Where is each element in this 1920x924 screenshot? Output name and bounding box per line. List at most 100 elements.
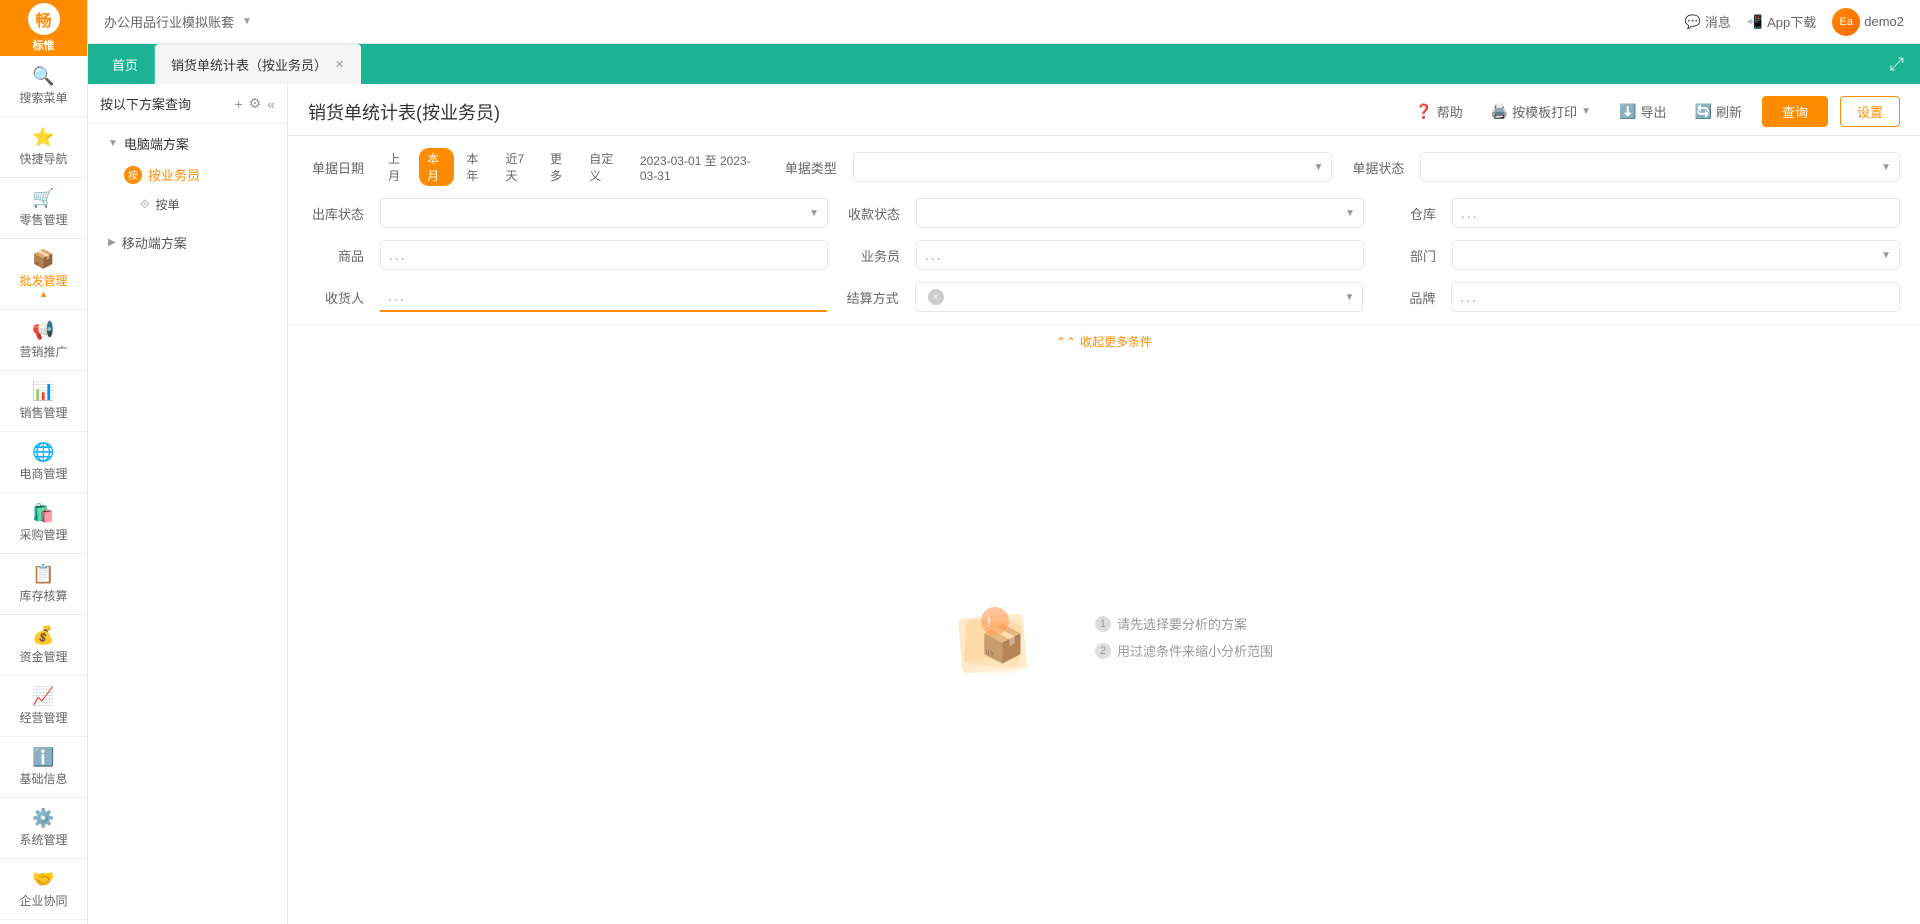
sidebar-item-operation[interactable]: 📈 经营管理 bbox=[0, 676, 87, 737]
filter-row-1: 单据日期 上月 本月 本年 近7天 更多 自定义 2023-03-01 至 20… bbox=[308, 148, 1900, 186]
sidebar-item-finance[interactable]: 💰 资金管理 bbox=[0, 615, 87, 676]
settings-button[interactable]: 设置 bbox=[1840, 96, 1900, 127]
finance-icon: 💰 bbox=[32, 625, 54, 646]
brand-label: 品牌 bbox=[1379, 288, 1435, 307]
plan-group-mobile: ▶ 移动端方案 bbox=[88, 223, 287, 262]
company-dropdown-arrow[interactable]: ▼ bbox=[242, 16, 252, 27]
sidebar-item-basic-info[interactable]: ℹ️ 基础信息 bbox=[0, 737, 87, 798]
sidebar-item-enterprise[interactable]: 🤝 企业协同 bbox=[0, 859, 87, 920]
tab-expand-btn[interactable]: ⤢ bbox=[1882, 54, 1912, 75]
tab-home[interactable]: 首页 bbox=[96, 44, 155, 84]
sidebar-item-retail[interactable]: 🛒 零售管理 bbox=[0, 178, 87, 239]
search-icon: 🔍 bbox=[32, 66, 54, 87]
topbar: 办公用品行业模拟账套 ▼ 💬 消息 📲 App下载 Ea demo2 bbox=[88, 0, 1920, 44]
page-title: 销货单统计表(按业务员) bbox=[308, 99, 500, 125]
sidebar-item-sales[interactable]: 📊 销售管理 bbox=[0, 371, 87, 432]
empty-svg: 📦 ! bbox=[935, 581, 1055, 701]
sub-item-label: 按单 bbox=[155, 196, 179, 213]
refresh-icon: 🔄 bbox=[1695, 103, 1712, 120]
sidebar-item-search[interactable]: 🔍 搜索菜单 bbox=[0, 56, 87, 117]
sidebar-item-label: 搜索菜单 bbox=[19, 89, 67, 106]
logo-icon: 畅 bbox=[28, 3, 60, 35]
template-print-label: 按模板打印 bbox=[1512, 102, 1577, 121]
sidebar-item-system[interactable]: ⚙️ 系统管理 bbox=[0, 798, 87, 859]
filter-row-2: 出库状态 ▼ 收款状态 ▼ 仓库 ... bbox=[308, 198, 1900, 228]
add-plan-btn[interactable]: + bbox=[234, 96, 242, 112]
payment-method-select[interactable]: × ▼ bbox=[915, 282, 1364, 312]
sidebar-item-label: 资金管理 bbox=[19, 648, 67, 665]
filter-row-4: 收货人 ... 结算方式 × ▼ 品牌 ... bbox=[308, 282, 1900, 312]
enterprise-icon: 🤝 bbox=[32, 869, 54, 890]
sidebar-item-ecommerce[interactable]: 🌐 电商管理 bbox=[0, 432, 87, 493]
plan-group-mobile-text: 移动端方案 bbox=[122, 233, 187, 252]
query-button[interactable]: 查询 bbox=[1762, 96, 1828, 127]
refresh-btn[interactable]: 🔄 刷新 bbox=[1687, 98, 1750, 125]
app-logo: 畅 标惟 bbox=[0, 0, 88, 56]
filter-area: 单据日期 上月 本月 本年 近7天 更多 自定义 2023-03-01 至 20… bbox=[288, 136, 1920, 324]
date-tab-this-year[interactable]: 本年 bbox=[458, 148, 493, 186]
message-btn[interactable]: 💬 消息 bbox=[1685, 12, 1731, 31]
sidebar-item-quick-nav[interactable]: ⭐ 快捷导航 bbox=[0, 117, 87, 178]
sidebar-item-wholesale[interactable]: 📦 批发管理 ▲ bbox=[0, 239, 87, 310]
plan-item-by-salesperson[interactable]: 按 按业务员 bbox=[88, 159, 287, 190]
plan-group-desktop-label[interactable]: ▼ 电脑端方案 bbox=[88, 128, 287, 159]
tab-close-icon[interactable]: ✕ bbox=[335, 58, 344, 71]
app-download-btn[interactable]: 📲 App下载 bbox=[1747, 12, 1816, 31]
date-tab-this-month[interactable]: 本月 bbox=[419, 148, 454, 186]
help-btn[interactable]: ❓ 帮助 bbox=[1407, 98, 1470, 125]
collapse-more-btn[interactable]: ⌃⌃ 收起更多条件 bbox=[288, 324, 1920, 358]
plan-group-mobile-label[interactable]: ▶ 移动端方案 bbox=[88, 227, 287, 258]
brand-select[interactable]: ... bbox=[1451, 282, 1900, 312]
page-header: 销货单统计表(按业务员) ❓ 帮助 🖨️ 按模板打印 ▼ ⬇️ bbox=[288, 84, 1920, 136]
doc-type-select[interactable]: ▼ bbox=[853, 152, 1333, 182]
department-select[interactable]: ▼ bbox=[1452, 240, 1900, 270]
tab-home-label: 首页 bbox=[112, 55, 138, 74]
sidebar-item-marketing[interactable]: 📢 营销推广 bbox=[0, 310, 87, 371]
product-label: 商品 bbox=[308, 246, 364, 265]
marketing-icon: 📢 bbox=[32, 320, 54, 341]
product-select[interactable]: ... bbox=[380, 240, 828, 270]
plan-active-icon: 按 bbox=[124, 166, 142, 184]
print-dropdown-arrow: ▼ bbox=[1581, 106, 1591, 117]
sidebar-item-label: 基础信息 bbox=[19, 770, 67, 787]
content-area: 按以下方案查询 + ⚙ « ▼ 电脑端方案 按 按业务员 ⟐ 按单 bbox=[88, 84, 1920, 924]
collect-status-select[interactable]: ▼ bbox=[916, 198, 1364, 228]
expand-arrow-icon: ▼ bbox=[108, 138, 118, 149]
export-btn[interactable]: ⬇️ 导出 bbox=[1611, 98, 1674, 125]
sidebar-item-guide[interactable]: 🎓 新手引导 bbox=[0, 920, 87, 924]
operation-icon: 📈 bbox=[32, 686, 54, 707]
export-icon: ⬇️ bbox=[1619, 103, 1636, 120]
date-tab-7days[interactable]: 近7天 bbox=[498, 148, 539, 186]
page-actions: ❓ 帮助 🖨️ 按模板打印 ▼ ⬇️ 导出 � bbox=[1407, 96, 1900, 127]
retail-icon: 🛒 bbox=[32, 188, 54, 209]
plan-sub-item-by-doc[interactable]: ⟐ 按单 bbox=[88, 190, 287, 219]
payment-clear-btn[interactable]: × bbox=[928, 289, 944, 305]
out-status-select[interactable]: ▼ bbox=[380, 198, 828, 228]
sidebar-item-purchase[interactable]: 🛍️ 采购管理 bbox=[0, 493, 87, 554]
date-tab-custom[interactable]: 自定义 bbox=[581, 148, 626, 186]
product-dots: ... bbox=[389, 247, 407, 263]
plan-item-label: 按业务员 bbox=[148, 165, 200, 184]
topbar-left: 办公用品行业模拟账套 ▼ bbox=[104, 12, 252, 31]
collect-status-label: 收款状态 bbox=[844, 204, 900, 223]
receiver-input[interactable]: ... bbox=[380, 282, 827, 312]
message-label: 消息 bbox=[1705, 12, 1731, 31]
collapse-chevron-icon: ⌃⌃ bbox=[1056, 335, 1076, 349]
app-download-label: App下载 bbox=[1767, 12, 1816, 31]
user-menu-btn[interactable]: Ea demo2 bbox=[1832, 8, 1904, 36]
warehouse-select[interactable]: ... bbox=[1452, 198, 1900, 228]
sidebar-item-label: 系统管理 bbox=[19, 831, 67, 848]
salesperson-label: 业务员 bbox=[844, 246, 900, 265]
template-print-btn[interactable]: 🖨️ 按模板打印 ▼ bbox=[1483, 98, 1599, 125]
sidebar: 畅 标惟 🔍 搜索菜单 ⭐ 快捷导航 🛒 零售管理 📦 批发管理 ▲ 📢 营销推… bbox=[0, 0, 88, 924]
salesperson-select[interactable]: ... bbox=[916, 240, 1364, 270]
tab-sales-stats[interactable]: 销货单统计表（按业务员） ✕ bbox=[155, 44, 361, 84]
settings-plan-btn[interactable]: ⚙ bbox=[249, 95, 262, 112]
doc-type-arrow: ▼ bbox=[1313, 162, 1323, 173]
empty-tip-1: 请先选择要分析的方案 bbox=[1117, 614, 1247, 633]
sidebar-item-inventory[interactable]: 📋 库存核算 bbox=[0, 554, 87, 615]
date-tab-more[interactable]: 更多 bbox=[542, 148, 577, 186]
doc-status-select[interactable]: ▼ bbox=[1420, 152, 1900, 182]
date-tab-last-month[interactable]: 上月 bbox=[380, 148, 415, 186]
collapse-panel-btn[interactable]: « bbox=[267, 96, 275, 112]
